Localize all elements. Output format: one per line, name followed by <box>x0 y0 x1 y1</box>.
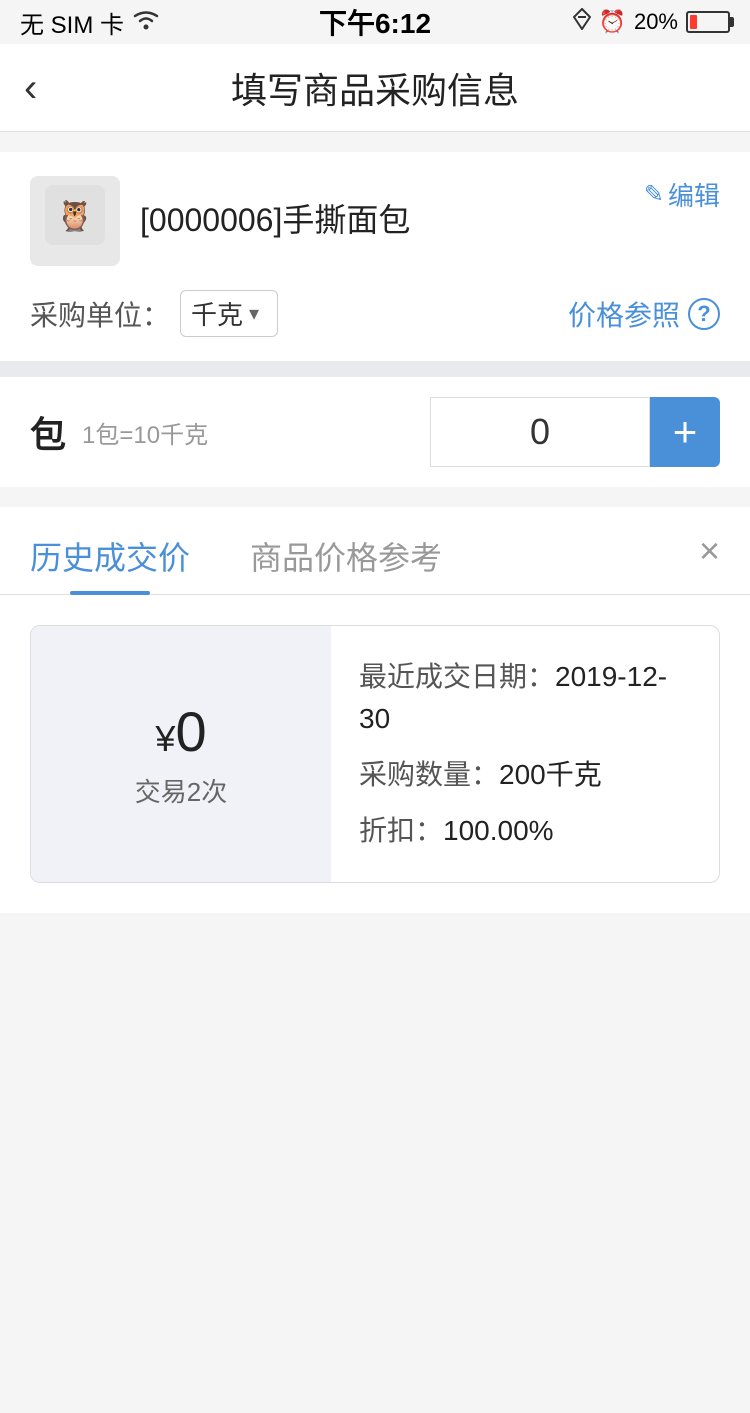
close-icon: × <box>699 530 720 571</box>
product-name: [0000006]手撕面包 <box>140 200 410 242</box>
status-right: ⏰ 20% <box>573 8 730 36</box>
quantity-control: 0 + <box>430 397 720 467</box>
edit-label: 编辑 <box>668 176 720 213</box>
price-card-container: ¥0 交易2次 最近成交日期：2019-12-30 采购数量：200千克 折扣：… <box>0 595 750 913</box>
price-amount: ¥0 <box>155 699 206 764</box>
unit-value: 千克 <box>191 295 243 332</box>
discount-row: 折扣：100.00% <box>359 810 691 852</box>
quantity-detail-row: 采购数量：200千克 <box>359 754 691 796</box>
price-ref-help-icon: ? <box>688 298 720 330</box>
battery-percent: 20% <box>634 9 678 35</box>
product-thumbnail: 🦉 <box>30 176 120 266</box>
tabs-container: 历史成交价 商品价格参考 × <box>0 507 750 595</box>
price-card-right: 最近成交日期：2019-12-30 采购数量：200千克 折扣：100.00% <box>331 626 719 882</box>
edit-icon: ✎ <box>644 180 664 209</box>
transaction-count: 交易2次 <box>135 772 227 809</box>
tab-product-price-ref[interactable]: 商品价格参考 <box>250 507 442 595</box>
quantity-label: 包 1包=10千克 <box>30 406 208 458</box>
status-time: 下午6:12 <box>319 2 431 42</box>
svg-text:🦉: 🦉 <box>56 199 93 233</box>
price-ref-label: 价格参照 <box>568 294 680 334</box>
discount-label: 折扣： <box>359 815 443 846</box>
network-label: 无 SIM 卡 <box>20 5 124 40</box>
tab-price-ref-label: 商品价格参考 <box>250 533 442 579</box>
product-top: 🦉 [0000006]手撕面包 ✎ 编辑 <box>30 176 720 266</box>
price-card: ¥0 交易2次 最近成交日期：2019-12-30 采购数量：200千克 折扣：… <box>30 625 720 883</box>
product-thumb-icon: 🦉 <box>45 185 105 257</box>
section-divider <box>0 361 750 377</box>
price-card-left: ¥0 交易2次 <box>31 626 331 882</box>
unit-prefix: 采购单位： <box>30 294 170 334</box>
close-panel-button[interactable]: × <box>699 533 720 569</box>
unit-select[interactable]: 千克 ▾ <box>180 290 278 337</box>
price-ref-button[interactable]: 价格参照 ? <box>568 294 720 334</box>
product-bottom: 采购单位： 千克 ▾ 价格参照 ? <box>30 290 720 337</box>
recent-date-row: 最近成交日期：2019-12-30 <box>359 656 691 740</box>
quantity-value: 0 <box>530 411 550 453</box>
wifi-icon <box>132 8 160 37</box>
status-left: 无 SIM 卡 <box>20 5 160 40</box>
unit-dropdown-arrow: ▾ <box>249 301 259 326</box>
quantity-unit-sub: 1包=10千克 <box>82 415 208 450</box>
quantity-unit-main: 包 <box>30 406 66 458</box>
unit-label: 采购单位： 千克 ▾ <box>30 290 278 337</box>
product-card: 🦉 [0000006]手撕面包 ✎ 编辑 采购单位： 千克 ▾ 价格参照 ? <box>0 152 750 361</box>
battery-icon <box>686 11 730 33</box>
quantity-detail-value: 200千克 <box>499 759 602 790</box>
product-left: 🦉 [0000006]手撕面包 <box>30 176 410 266</box>
tabs-list: 历史成交价 商品价格参考 <box>30 507 442 595</box>
location-icon <box>573 8 591 36</box>
alarm-icon: ⏰ <box>599 9 626 35</box>
edit-button[interactable]: ✎ 编辑 <box>644 176 720 213</box>
page-title: 填写商品采购信息 <box>231 62 519 114</box>
price-value: 0 <box>175 700 206 763</box>
main-content-area <box>0 913 750 1413</box>
plus-icon: + <box>673 408 698 456</box>
discount-value: 100.00% <box>443 815 554 846</box>
tab-active-indicator <box>70 591 150 595</box>
quantity-input[interactable]: 0 <box>430 397 650 467</box>
quantity-plus-button[interactable]: + <box>650 397 720 467</box>
quantity-row: 包 1包=10千克 0 + <box>0 377 750 487</box>
tab-history-price[interactable]: 历史成交价 <box>30 507 190 595</box>
back-button[interactable]: ‹ <box>24 68 37 108</box>
quantity-detail-label: 采购数量： <box>359 759 499 790</box>
header: ‹ 填写商品采购信息 <box>0 44 750 132</box>
tab-history-label: 历史成交价 <box>30 533 190 579</box>
currency-symbol: ¥ <box>155 718 175 759</box>
status-bar: 无 SIM 卡 下午6:12 ⏰ 20% <box>0 0 750 44</box>
date-label: 最近成交日期： <box>359 661 555 692</box>
